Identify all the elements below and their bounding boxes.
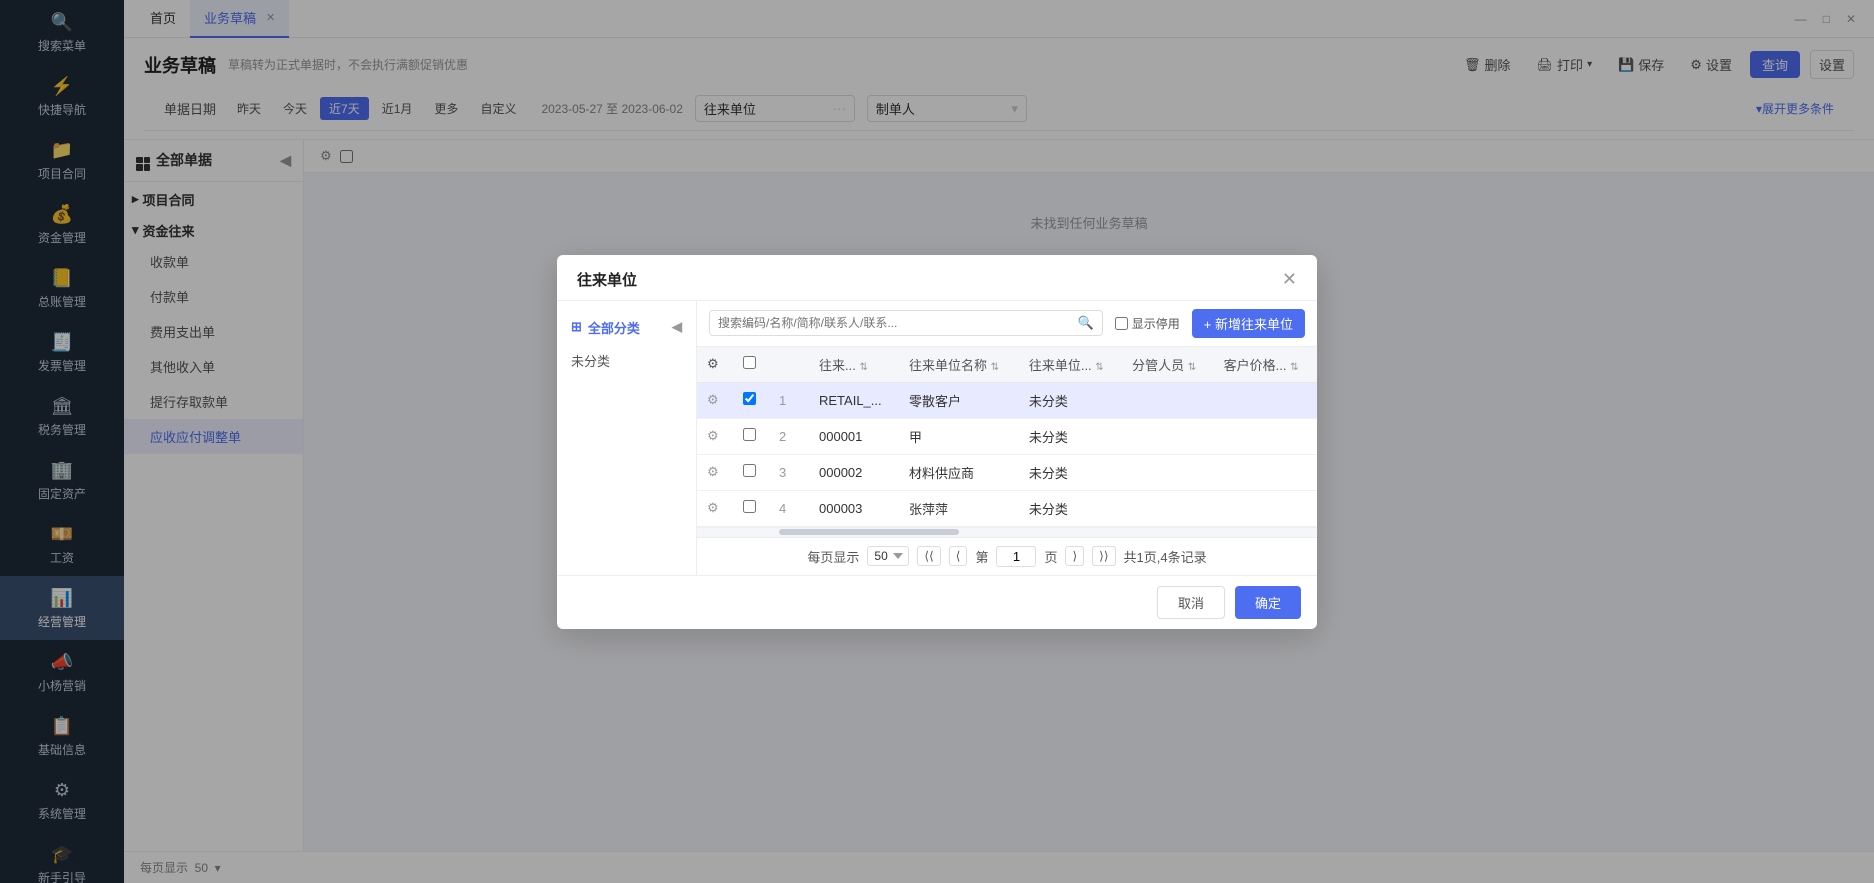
page-next-btn[interactable]: ⟩	[1065, 546, 1084, 566]
confirm-button[interactable]: 确定	[1235, 586, 1301, 619]
page-di-label: 第	[975, 547, 988, 566]
row-check[interactable]	[733, 382, 769, 418]
pagination: 每页显示 50 ⟨⟨ ⟨ 第 页 ⟩ ⟩⟩ 共1页,4条记录	[697, 537, 1317, 575]
table-row[interactable]: ⚙ 3 000002 材料供应商 未分类	[697, 454, 1317, 490]
per-page-select[interactable]: 50	[867, 546, 909, 566]
cancel-button[interactable]: 取消	[1157, 586, 1225, 619]
row-manager	[1122, 490, 1214, 526]
search-icon: 🔍	[1078, 315, 1094, 331]
col-header-price: 客户价格... ⇅	[1214, 347, 1317, 383]
dialog-category-panel: ⊞ 全部分类 ◀ 未分类	[557, 301, 697, 575]
modal-overlay[interactable]: 往来单位 ✕ ⊞ 全部分类 ◀ 未分类	[0, 0, 1874, 883]
col-header-name: 往来单位名称 ⇅	[899, 347, 1019, 383]
dialog-body: ⊞ 全部分类 ◀ 未分类 🔍 显示停	[557, 301, 1317, 575]
row-num: 2	[769, 418, 809, 454]
dialog-select-all[interactable]	[743, 356, 756, 369]
dialog-title: 往来单位	[577, 269, 637, 290]
sort-icon3: ⇅	[1095, 362, 1103, 373]
partner-dialog: 往来单位 ✕ ⊞ 全部分类 ◀ 未分类	[557, 255, 1317, 629]
col-header-check	[733, 347, 769, 383]
dialog-cat-all[interactable]: ⊞ 全部分类 ◀	[557, 311, 696, 344]
row-settings[interactable]: ⚙	[697, 382, 733, 418]
row-manager	[1122, 382, 1214, 418]
dialog-header: 往来单位 ✕	[557, 255, 1317, 301]
category-collapse-icon[interactable]: ◀	[672, 319, 682, 335]
row-settings[interactable]: ⚙	[697, 490, 733, 526]
page-word-label: 页	[1044, 547, 1057, 566]
row-settings[interactable]: ⚙	[697, 418, 733, 454]
row-price-level	[1214, 382, 1317, 418]
horizontal-scrollbar[interactable]	[697, 527, 1317, 537]
row-price-level	[1214, 490, 1317, 526]
col-header-settings: ⚙	[697, 347, 733, 383]
row-name: 张萍萍	[899, 490, 1019, 526]
row-num: 4	[769, 490, 809, 526]
row-check[interactable]	[733, 490, 769, 526]
sort-icon4: ⇅	[1188, 362, 1196, 373]
row-name: 甲	[899, 418, 1019, 454]
row-category: 未分类	[1019, 490, 1122, 526]
row-code: 000001	[809, 418, 899, 454]
row-manager	[1122, 418, 1214, 454]
row-check[interactable]	[733, 454, 769, 490]
category-grid-icon: ⊞	[571, 319, 582, 335]
row-code: RETAIL_...	[809, 382, 899, 418]
sort-icon2: ⇅	[991, 362, 999, 373]
table-header-row: ⚙ 往来... ⇅ 往来单位名称 ⇅	[697, 347, 1317, 383]
sort-icon: ⇅	[859, 362, 867, 373]
row-price-level	[1214, 454, 1317, 490]
row-code: 000002	[809, 454, 899, 490]
total-label: 共1页,4条记录	[1124, 547, 1207, 566]
page-number-input[interactable]	[996, 546, 1036, 567]
dialog-right-panel: 🔍 显示停用 + 新增往来单位 ⚙	[697, 301, 1317, 575]
row-num: 3	[769, 454, 809, 490]
sort-icon5: ⇅	[1290, 362, 1298, 373]
scroll-thumb[interactable]	[779, 529, 959, 535]
row-price-level	[1214, 418, 1317, 454]
col-header-category: 往来单位... ⇅	[1019, 347, 1122, 383]
show-disabled-toggle[interactable]: 显示停用	[1115, 315, 1180, 332]
col-header-manager: 分管人员 ⇅	[1122, 347, 1214, 383]
row-name: 零散客户	[899, 382, 1019, 418]
col-header-code: 往来... ⇅	[809, 347, 899, 383]
show-disabled-checkbox[interactable]	[1115, 317, 1128, 330]
col-header-num	[769, 347, 809, 383]
new-partner-button[interactable]: + 新增往来单位	[1192, 309, 1305, 338]
dialog-close-button[interactable]: ✕	[1282, 270, 1297, 288]
dialog-footer: 取消 确定	[557, 575, 1317, 629]
table-row[interactable]: ⚙ 4 000003 张萍萍 未分类	[697, 490, 1317, 526]
dialog-cat-unclassified[interactable]: 未分类	[557, 344, 696, 377]
table-row[interactable]: ⚙ 2 000001 甲 未分类	[697, 418, 1317, 454]
dialog-table: ⚙ 往来... ⇅ 往来单位名称 ⇅	[697, 347, 1317, 527]
per-page-label: 每页显示	[807, 547, 859, 566]
table-row[interactable]: ⚙ 1 RETAIL_... 零散客户 未分类	[697, 382, 1317, 418]
row-manager	[1122, 454, 1214, 490]
row-category: 未分类	[1019, 418, 1122, 454]
row-code: 000003	[809, 490, 899, 526]
row-category: 未分类	[1019, 382, 1122, 418]
partner-search-box[interactable]: 🔍	[709, 310, 1103, 336]
page-last-btn[interactable]: ⟩⟩	[1092, 546, 1115, 566]
row-check[interactable]	[733, 418, 769, 454]
page-first-btn[interactable]: ⟨⟨	[917, 546, 940, 566]
partner-search-input[interactable]	[718, 316, 1072, 330]
row-settings[interactable]: ⚙	[697, 454, 733, 490]
row-category: 未分类	[1019, 454, 1122, 490]
row-name: 材料供应商	[899, 454, 1019, 490]
dialog-toolbar: 🔍 显示停用 + 新增往来单位	[697, 301, 1317, 347]
page-prev-btn[interactable]: ⟨	[949, 546, 968, 566]
row-num: 1	[769, 382, 809, 418]
